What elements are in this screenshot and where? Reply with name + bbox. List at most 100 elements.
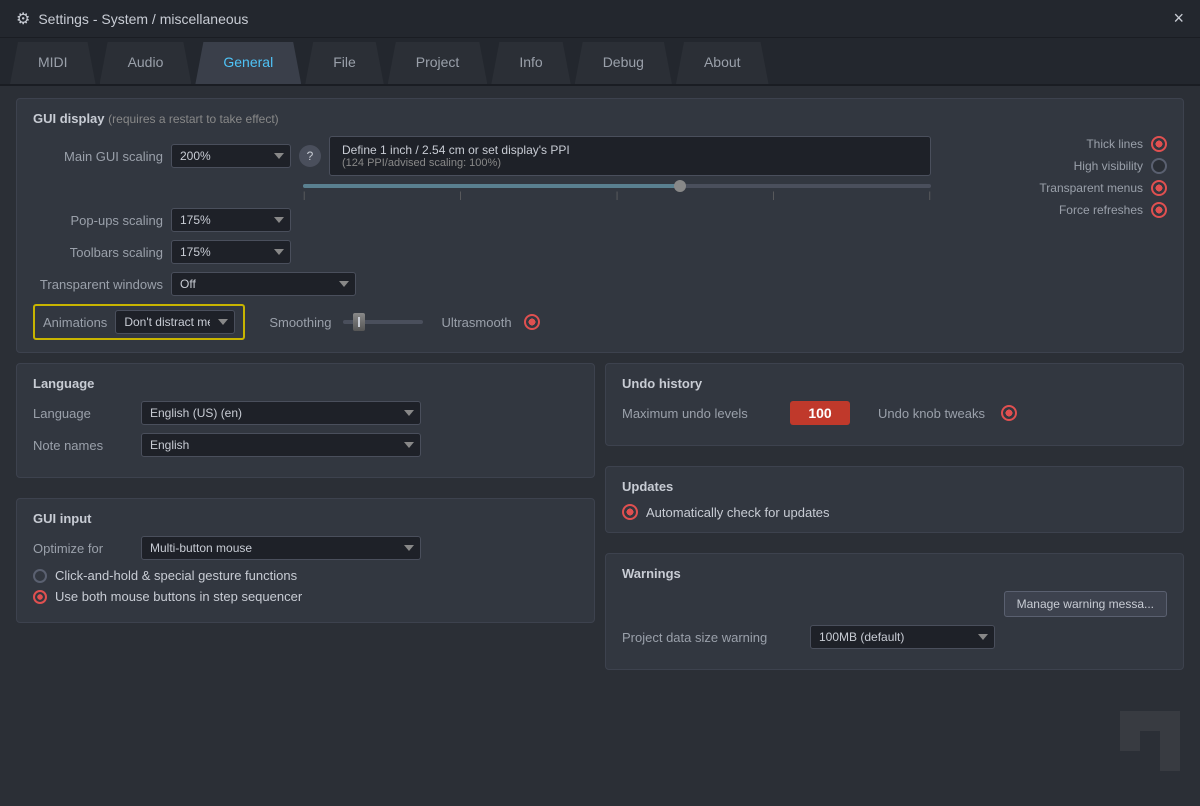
- tab-file[interactable]: File: [305, 42, 384, 84]
- animations-row: Animations Don't distract me Smoothing U…: [33, 304, 931, 340]
- popups-scaling-row: Pop-ups scaling 175%: [33, 208, 931, 232]
- gui-display-inner: Main GUI scaling 200% ? Define 1 inch / …: [33, 136, 1167, 340]
- note-names-select[interactable]: English: [141, 433, 421, 457]
- updates-title: Updates: [622, 479, 1167, 494]
- title-bar-left: ⚙ Settings - System / miscellaneous: [16, 9, 248, 29]
- popups-scaling-select[interactable]: 175%: [171, 208, 291, 232]
- toolbars-scaling-row: Toolbars scaling 175%: [33, 240, 931, 264]
- smoothing-label: Smoothing: [269, 315, 331, 330]
- transparent-windows-row: Transparent windows Off: [33, 272, 931, 296]
- high-visibility-row: High visibility: [1074, 158, 1167, 174]
- tab-bar: MIDI Audio General File Project Info Deb…: [0, 38, 1200, 86]
- use-both-label: Use both mouse buttons in step sequencer: [55, 589, 302, 604]
- gui-display-subtitle: (requires a restart to take effect): [108, 112, 279, 126]
- animations-select[interactable]: Don't distract me: [115, 310, 235, 334]
- use-both-row: Use both mouse buttons in step sequencer: [33, 589, 578, 604]
- warnings-title: Warnings: [622, 566, 1167, 581]
- thick-lines-toggle[interactable]: [1151, 136, 1167, 152]
- animations-label: Animations: [43, 315, 107, 330]
- gui-display-section: GUI display (requires a restart to take …: [16, 98, 1184, 353]
- watermark-logo: [1110, 701, 1190, 790]
- force-refreshes-label: Force refreshes: [1059, 203, 1143, 217]
- undo-levels-input[interactable]: [790, 401, 850, 425]
- language-section: Language Language English (US) (en) Note…: [16, 363, 595, 478]
- tab-debug[interactable]: Debug: [575, 42, 672, 84]
- thick-lines-row: Thick lines: [1086, 136, 1167, 152]
- main-gui-scaling-select[interactable]: 200%: [171, 144, 291, 168]
- optimize-for-row: Optimize for Multi-button mouse: [33, 536, 578, 560]
- high-visibility-label: High visibility: [1074, 159, 1143, 173]
- tab-info[interactable]: Info: [491, 42, 570, 84]
- project-size-select[interactable]: 100MB (default): [810, 625, 995, 649]
- tab-project[interactable]: Project: [388, 42, 488, 84]
- gui-display-title: GUI display (requires a restart to take …: [33, 111, 1167, 126]
- gear-icon: ⚙: [16, 9, 30, 29]
- smoothing-thumb[interactable]: [353, 313, 365, 331]
- undo-knob-label: Undo knob tweaks: [878, 406, 985, 421]
- auto-check-label: Automatically check for updates: [646, 505, 830, 520]
- tab-general[interactable]: General: [195, 42, 301, 84]
- ppi-sub: (124 PPI/advised scaling: 100%): [342, 157, 918, 169]
- right-column: Undo history Maximum undo levels Undo kn…: [605, 363, 1184, 680]
- auto-check-toggle[interactable]: [622, 504, 638, 520]
- toolbars-scaling-label: Toolbars scaling: [33, 245, 163, 260]
- bottom-two-col: Language Language English (US) (en) Note…: [16, 363, 1184, 680]
- high-visibility-toggle[interactable]: [1151, 158, 1167, 174]
- language-row: Language English (US) (en): [33, 401, 578, 425]
- click-hold-label: Click-and-hold & special gesture functio…: [55, 568, 297, 583]
- title-bar: ⚙ Settings - System / miscellaneous ×: [0, 0, 1200, 38]
- ppi-slider-markers: | | | | |: [303, 190, 931, 200]
- popups-scaling-label: Pop-ups scaling: [33, 213, 163, 228]
- undo-history-title: Undo history: [622, 376, 1167, 391]
- close-button[interactable]: ×: [1173, 8, 1184, 29]
- warnings-section: Warnings Manage warning messa... Project…: [605, 553, 1184, 670]
- note-names-label: Note names: [33, 438, 133, 453]
- auto-check-row: Automatically check for updates: [622, 504, 1167, 520]
- gui-left-col: Main GUI scaling 200% ? Define 1 inch / …: [33, 136, 931, 340]
- transparent-windows-select[interactable]: Off: [171, 272, 356, 296]
- transparent-menus-toggle[interactable]: [1151, 180, 1167, 196]
- gui-input-section: GUI input Optimize for Multi-button mous…: [16, 498, 595, 623]
- project-size-row: Project data size warning 100MB (default…: [622, 625, 1167, 649]
- use-both-radio[interactable]: [33, 590, 47, 604]
- tab-about[interactable]: About: [676, 42, 769, 84]
- project-size-label: Project data size warning: [622, 630, 802, 645]
- undo-levels-row: Maximum undo levels Undo knob tweaks: [622, 401, 1167, 425]
- ppi-slider-track[interactable]: [303, 184, 931, 188]
- click-hold-row: Click-and-hold & special gesture functio…: [33, 568, 578, 583]
- main-gui-scaling-label: Main GUI scaling: [33, 149, 163, 164]
- ppi-info-box: Define 1 inch / 2.54 cm or set display's…: [329, 136, 931, 176]
- scaling-help-button[interactable]: ?: [299, 145, 321, 167]
- undo-history-section: Undo history Maximum undo levels Undo kn…: [605, 363, 1184, 446]
- gui-input-title: GUI input: [33, 511, 578, 526]
- smoothing-slider[interactable]: [343, 320, 423, 324]
- undo-levels-label: Maximum undo levels: [622, 406, 782, 421]
- manage-warnings-button[interactable]: Manage warning messa...: [1004, 591, 1167, 617]
- left-column: Language Language English (US) (en) Note…: [16, 363, 595, 680]
- force-refreshes-toggle[interactable]: [1151, 202, 1167, 218]
- transparent-windows-label: Transparent windows: [33, 277, 163, 292]
- note-names-row: Note names English: [33, 433, 578, 457]
- ultrasmooth-toggle[interactable]: [524, 314, 540, 330]
- tab-midi[interactable]: MIDI: [10, 42, 96, 84]
- manage-warnings-row: Manage warning messa...: [622, 591, 1167, 617]
- main-gui-scaling-row: Main GUI scaling 200% ? Define 1 inch / …: [33, 136, 931, 176]
- content-area: GUI display (requires a restart to take …: [0, 86, 1200, 806]
- optimize-for-label: Optimize for: [33, 541, 133, 556]
- ultrasmooth-label: Ultrasmooth: [441, 315, 511, 330]
- transparent-menus-label: Transparent menus: [1039, 181, 1143, 195]
- toolbars-scaling-select[interactable]: 175%: [171, 240, 291, 264]
- transparent-menus-row: Transparent menus: [1039, 180, 1167, 196]
- language-label: Language: [33, 406, 133, 421]
- click-hold-radio[interactable]: [33, 569, 47, 583]
- undo-knob-toggle[interactable]: [1001, 405, 1017, 421]
- ppi-label: Define 1 inch / 2.54 cm or set display's…: [342, 143, 918, 157]
- tab-audio[interactable]: Audio: [100, 42, 192, 84]
- optimize-for-select[interactable]: Multi-button mouse: [141, 536, 421, 560]
- thick-lines-label: Thick lines: [1086, 137, 1143, 151]
- gui-right-col: Thick lines High visibility Transparent …: [947, 136, 1167, 340]
- updates-section: Updates Automatically check for updates: [605, 466, 1184, 533]
- language-select[interactable]: English (US) (en): [141, 401, 421, 425]
- language-section-title: Language: [33, 376, 578, 391]
- force-refreshes-row: Force refreshes: [1059, 202, 1167, 218]
